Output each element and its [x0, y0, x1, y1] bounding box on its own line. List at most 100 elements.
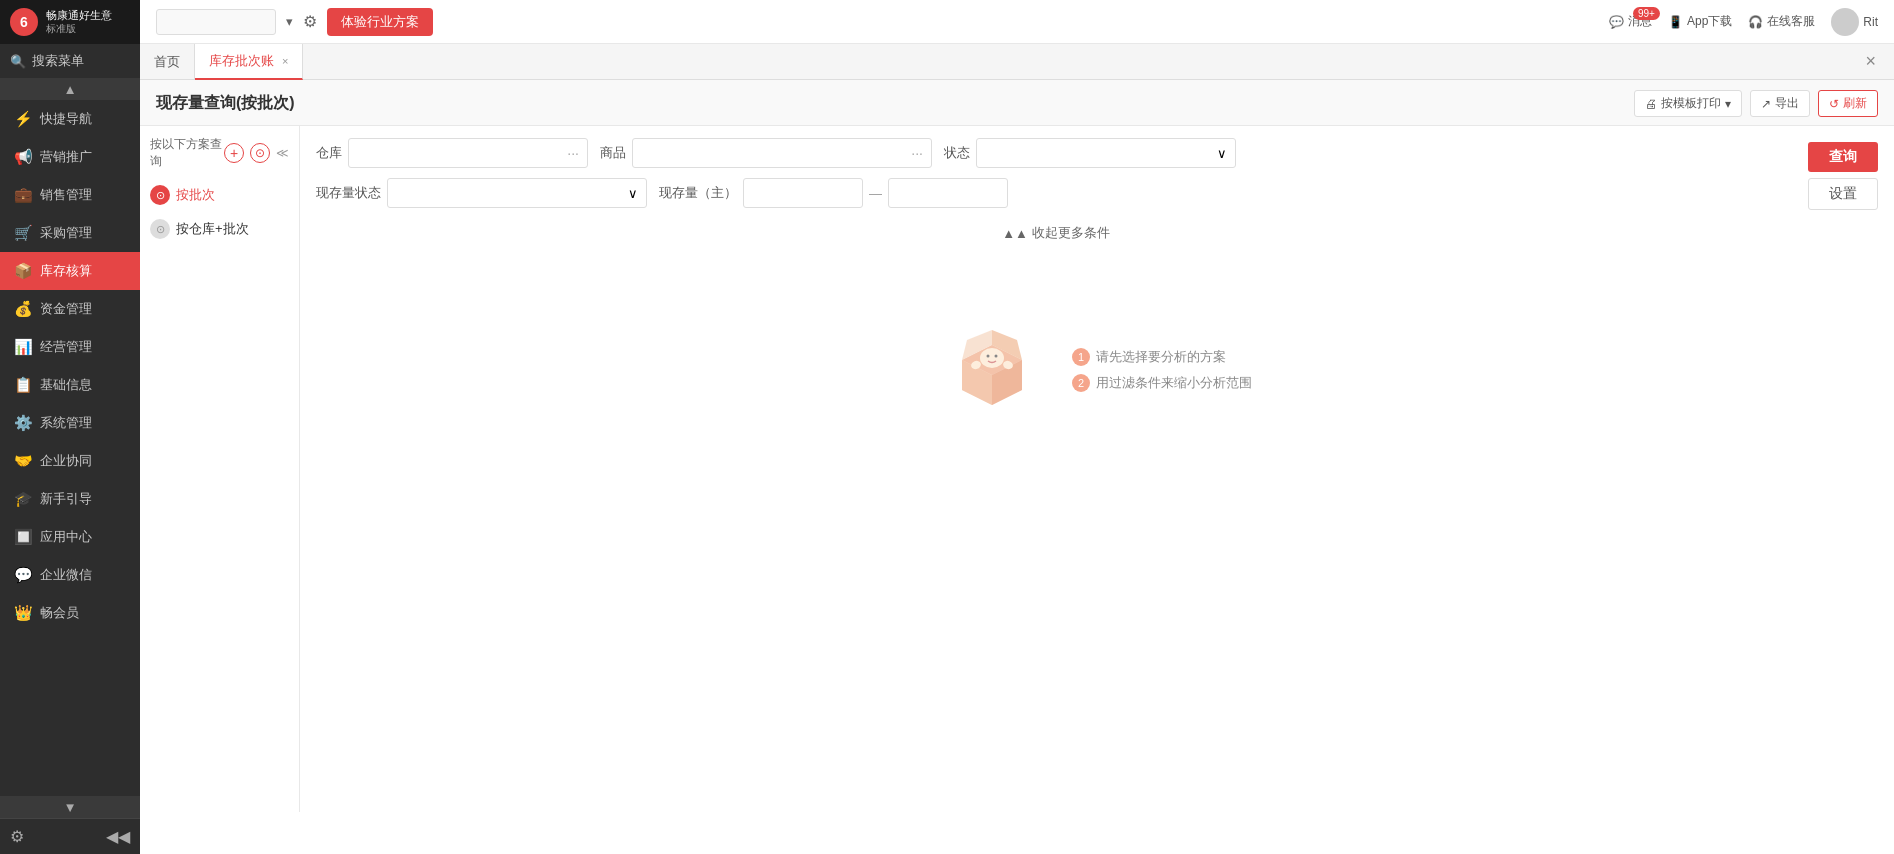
status-select[interactable]: ∨: [976, 138, 1236, 168]
inventory-qty-to[interactable]: [888, 178, 1008, 208]
sidebar-item-member[interactable]: 👑 畅会员: [0, 594, 140, 632]
warehouse-batch-icon: ⊙: [150, 219, 170, 239]
sidebar-search[interactable]: 🔍 搜索菜单: [0, 44, 140, 78]
sidebar-footer: ⚙ ◀◀: [0, 818, 140, 854]
inventory-status-select[interactable]: ∨: [387, 178, 647, 208]
refresh-btn[interactable]: ↺ 刷新: [1818, 90, 1878, 117]
sidebar-scroll-down[interactable]: ▼: [0, 796, 140, 818]
settings-icon[interactable]: ⚙: [10, 827, 24, 846]
warehouse-dots[interactable]: ···: [567, 145, 579, 161]
header-gear-btn[interactable]: ⚙: [303, 12, 317, 31]
app-title: 畅康通好生意: [46, 8, 112, 22]
sidebar-item-label: 资金管理: [40, 300, 92, 318]
right-content: 仓库 ··· 商品 ···: [300, 126, 1894, 812]
sidebar-item-label: 快捷导航: [40, 110, 92, 128]
tab-active-label: 库存批次账: [209, 52, 274, 70]
panel-add-btn[interactable]: +: [224, 143, 244, 163]
sidebar-item-operations[interactable]: 📊 经营管理: [0, 328, 140, 366]
app-download-label: App下载: [1687, 13, 1732, 30]
user-name: Rit: [1863, 15, 1878, 29]
sidebar-item-label: 销售管理: [40, 186, 92, 204]
svg-point-7: [987, 355, 990, 358]
wechat-icon: 💬: [14, 566, 32, 584]
cube-svg: [942, 320, 1042, 420]
phone-icon: 📱: [1668, 15, 1683, 29]
panel-item-warehouse-batch[interactable]: ⊙ 按仓库+批次: [140, 212, 299, 246]
sidebar-scroll-up[interactable]: ▲: [0, 78, 140, 100]
tab-bar-right: ×: [1857, 44, 1894, 80]
export-btn[interactable]: ↗ 导出: [1750, 90, 1810, 117]
svg-point-6: [980, 348, 1004, 368]
sidebar-item-wechat[interactable]: 💬 企业微信: [0, 556, 140, 594]
tab-bar: 首页 库存批次账 × ×: [140, 44, 1894, 80]
collapse-more-btn[interactable]: ▲▲ 收起更多条件: [316, 218, 1796, 248]
page-header: 现存量查询(按批次) 🖨 按模板打印 ▾ ↗ 导出 ↺ 刷新: [140, 80, 1894, 126]
apps-icon: 🔲: [14, 528, 32, 546]
sidebar-item-label: 库存核算: [40, 262, 92, 280]
online-service-action[interactable]: 🎧 在线客服: [1748, 13, 1815, 30]
header-right: 💬 消息 99+ 📱 App下载 🎧 在线客服 Rit: [1609, 8, 1878, 36]
tab-home-label: 首页: [154, 53, 180, 71]
sidebar-item-quick-nav[interactable]: ⚡ 快捷导航: [0, 100, 140, 138]
collapse-up-icon: ▲▲: [1002, 226, 1028, 241]
warehouse-input[interactable]: ···: [348, 138, 588, 168]
sidebar: 6 畅康通好生意 标准版 🔍 搜索菜单 ▲ ⚡ 快捷导航 📢 营销推广 💼 销售…: [0, 0, 140, 854]
panel-item-batch[interactable]: ⊙ 按批次: [140, 178, 299, 212]
filter-with-buttons: 仓库 ··· 商品 ···: [316, 138, 1878, 260]
hint-num-1: 1: [1072, 348, 1090, 366]
svg-point-8: [995, 355, 998, 358]
refresh-icon: ↺: [1829, 97, 1839, 111]
header-dropdown-btn[interactable]: ▾: [286, 14, 293, 29]
product-label: 商品: [600, 144, 626, 162]
sidebar-item-sales[interactable]: 💼 销售管理: [0, 176, 140, 214]
status-label: 状态: [944, 144, 970, 162]
app-download-action[interactable]: 📱 App下载: [1668, 13, 1732, 30]
sidebar-item-purchase[interactable]: 🛒 采购管理: [0, 214, 140, 252]
avatar: [1831, 8, 1859, 36]
inventory-icon: 📦: [14, 262, 32, 280]
warehouse-label: 仓库: [316, 144, 342, 162]
online-service-label: 在线客服: [1767, 13, 1815, 30]
filter-area: 仓库 ··· 商品 ···: [316, 138, 1796, 248]
finance-icon: 💰: [14, 300, 32, 318]
messages-action[interactable]: 💬 消息 99+: [1609, 13, 1652, 30]
close-panel-btn[interactable]: ×: [1857, 44, 1884, 80]
panel-collapse-btn[interactable]: ≪: [276, 146, 289, 160]
sidebar-item-finance[interactable]: 💰 资金管理: [0, 290, 140, 328]
messages-badge: 99+: [1633, 7, 1660, 20]
panel-setting-btn[interactable]: ⊙: [250, 143, 270, 163]
settings-button[interactable]: 设置: [1808, 178, 1878, 210]
sidebar-item-label: 企业协同: [40, 452, 92, 470]
product-input[interactable]: ···: [632, 138, 932, 168]
trial-button[interactable]: 体验行业方案: [327, 8, 433, 36]
collapse-sidebar-icon[interactable]: ◀◀: [106, 827, 130, 846]
inventory-qty-filter: 现存量（主） —: [659, 178, 1008, 208]
sidebar-item-enterprise[interactable]: 🤝 企业协同: [0, 442, 140, 480]
inventory-qty-from[interactable]: [743, 178, 863, 208]
print-btn[interactable]: 🖨 按模板打印 ▾: [1634, 90, 1742, 117]
tab-inventory-batch[interactable]: 库存批次账 ×: [195, 44, 303, 80]
sidebar-item-newbie[interactable]: 🎓 新手引导: [0, 480, 140, 518]
sidebar-item-system[interactable]: ⚙️ 系统管理: [0, 404, 140, 442]
sidebar-item-label: 企业微信: [40, 566, 92, 584]
quick-nav-icon: ⚡: [14, 110, 32, 128]
empty-hint-1: 1 请先选择要分析的方案: [1072, 348, 1252, 366]
collapse-label: 收起更多条件: [1032, 224, 1110, 242]
sidebar-item-apps[interactable]: 🔲 应用中心: [0, 518, 140, 556]
empty-illustration: [942, 320, 1042, 420]
query-button[interactable]: 查询: [1808, 142, 1878, 172]
page-content: 现存量查询(按批次) 🖨 按模板打印 ▾ ↗ 导出 ↺ 刷新: [140, 80, 1894, 854]
product-dots[interactable]: ···: [911, 145, 923, 161]
sidebar-item-basic[interactable]: 📋 基础信息: [0, 366, 140, 404]
user-info[interactable]: Rit: [1831, 8, 1878, 36]
headset-icon: 🎧: [1748, 15, 1763, 29]
panel-item-warehouse-batch-label: 按仓库+批次: [176, 220, 249, 238]
product-filter: 商品 ···: [600, 138, 932, 168]
sidebar-item-marketing[interactable]: 📢 营销推广: [0, 138, 140, 176]
sidebar-item-inventory[interactable]: 📦 库存核算: [0, 252, 140, 290]
breadcrumb-input[interactable]: [156, 9, 276, 35]
content-body: 按以下方案查询 + ⊙ ≪ ⊙ 按批次 ⊙ 按仓库+批次: [140, 126, 1894, 812]
tab-close-icon[interactable]: ×: [282, 55, 288, 67]
tab-home[interactable]: 首页: [140, 44, 195, 80]
newbie-icon: 🎓: [14, 490, 32, 508]
